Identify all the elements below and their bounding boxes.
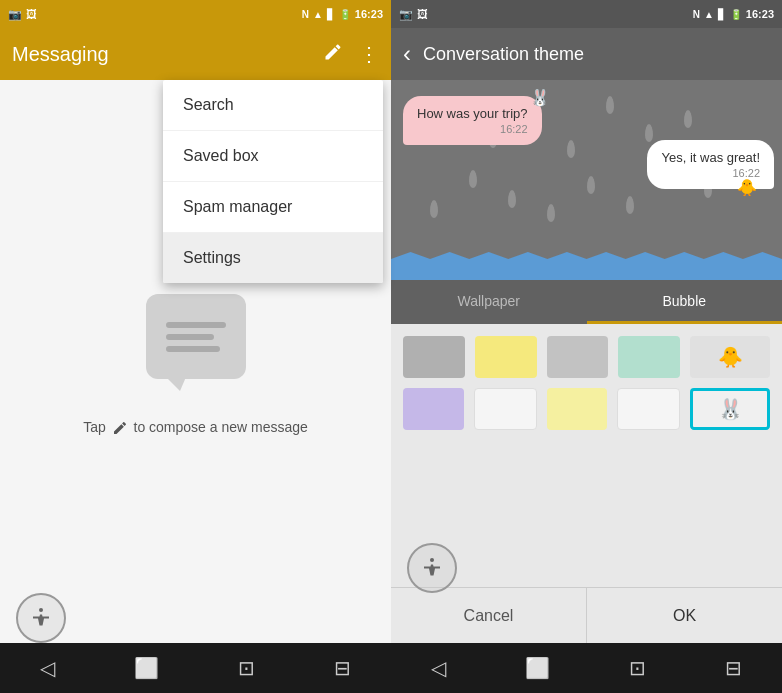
tap-text: Tap — [83, 419, 106, 435]
sent-bubble: 🐥 Yes, it was great! 16:22 — [647, 140, 774, 189]
raindrop — [430, 200, 438, 218]
message-lines — [166, 322, 226, 352]
right-time: 16:23 — [746, 8, 774, 20]
swatch-gray[interactable] — [403, 336, 465, 378]
right-battery-icon: 🔋 — [730, 9, 742, 20]
message-icon-container — [136, 287, 256, 387]
ok-button[interactable]: OK — [587, 588, 782, 643]
right-signal-icon: ▋ — [718, 9, 726, 20]
status-bar-right-info: N ▲ ▋ 🔋 16:23 — [302, 8, 383, 20]
message-bubble-icon — [146, 294, 246, 379]
left-app-bar: Messaging ⋮ — [0, 28, 391, 80]
image-icon: 🖼 — [26, 8, 37, 20]
more-options-button[interactable]: ⋮ — [359, 42, 379, 66]
accessibility-button[interactable] — [16, 593, 66, 643]
right-panel: 📷 🖼 N ▲ ▋ 🔋 16:23 ‹ Conversation theme — [391, 0, 782, 693]
apps-button[interactable]: ⊟ — [334, 656, 351, 680]
left-bottom-nav: ◁ ⬜ ⊡ ⊟ — [0, 643, 391, 693]
theme-row-2: 🐰 — [403, 388, 770, 430]
raindrop — [645, 124, 653, 142]
raindrop — [508, 190, 516, 208]
swatch-mint[interactable] — [618, 336, 680, 378]
cancel-button[interactable]: Cancel — [391, 588, 587, 643]
swatch-white[interactable] — [474, 388, 537, 430]
right-apps-button[interactable]: ⊟ — [725, 656, 742, 680]
received-bubble: 🐰 How was your trip? 16:22 — [403, 96, 542, 145]
left-status-bar: 📷 🖼 N ▲ ▋ 🔋 16:23 — [0, 0, 391, 28]
right-photo-icon: 📷 — [399, 8, 413, 21]
right-status-bar: 📷 🖼 N ▲ ▋ 🔋 16:23 — [391, 0, 782, 28]
right-nfc-icon: N — [693, 9, 700, 20]
right-recent-button[interactable]: ⊡ — [629, 656, 646, 680]
right-back-button[interactable]: ◁ — [431, 656, 446, 680]
right-bottom-nav: ◁ ⬜ ⊡ ⊟ — [391, 643, 782, 693]
right-status-left: 📷 🖼 — [399, 8, 428, 21]
theme-options: 🐥 🐰 — [391, 324, 782, 587]
battery-icon: 🔋 — [339, 9, 351, 20]
app-title: Messaging — [12, 43, 109, 66]
received-message-text: How was your trip? — [417, 106, 528, 121]
wifi-icon: ▲ — [313, 9, 323, 20]
theme-row-1: 🐥 — [403, 336, 770, 378]
back-arrow-button[interactable]: ‹ — [403, 40, 411, 68]
app-bar-actions: ⋮ — [323, 42, 379, 67]
swatch-char-bunny[interactable]: 🐰 — [690, 388, 770, 430]
message-line-3 — [166, 346, 220, 352]
raindrop — [469, 170, 477, 188]
home-button[interactable]: ⬜ — [134, 656, 159, 680]
menu-item-search[interactable]: Search — [163, 80, 383, 131]
nfc-icon: N — [302, 9, 309, 20]
menu-item-settings[interactable]: Settings — [163, 233, 383, 283]
raindrop — [684, 110, 692, 128]
empty-state-text: Tap to compose a new message — [83, 419, 308, 436]
photo-icon: 📷 — [8, 8, 22, 21]
tap-suffix-text: to compose a new message — [134, 419, 308, 435]
right-app-bar: ‹ Conversation theme — [391, 28, 782, 80]
raindrop — [567, 140, 575, 158]
back-button[interactable]: ◁ — [40, 656, 55, 680]
duck-decoration: 🐥 — [737, 178, 757, 197]
action-bar: Cancel OK — [391, 587, 782, 643]
swatch-char-duck[interactable]: 🐥 — [690, 336, 770, 378]
right-wifi-icon: ▲ — [704, 9, 714, 20]
tab-wallpaper[interactable]: Wallpaper — [391, 280, 587, 324]
raindrop — [547, 204, 555, 222]
right-status-right: N ▲ ▋ 🔋 16:23 — [693, 8, 774, 20]
right-home-button[interactable]: ⬜ — [525, 656, 550, 680]
right-app-title: Conversation theme — [423, 44, 770, 65]
swatch-outline[interactable] — [617, 388, 680, 430]
menu-item-saved-box[interactable]: Saved box — [163, 131, 383, 182]
sent-message-text: Yes, it was great! — [661, 150, 760, 165]
left-panel: 📷 🖼 N ▲ ▋ 🔋 16:23 Messaging ⋮ Search Sav… — [0, 0, 391, 693]
message-line-1 — [166, 322, 226, 328]
message-line-2 — [166, 334, 214, 340]
raindrop — [606, 96, 614, 114]
received-message-time: 16:22 — [417, 123, 528, 135]
swatch-lavender[interactable] — [403, 388, 464, 430]
tab-bar: Wallpaper Bubble — [391, 280, 782, 324]
raindrop — [626, 196, 634, 214]
right-image-icon: 🖼 — [417, 8, 428, 20]
left-time: 16:23 — [355, 8, 383, 20]
recent-button[interactable]: ⊡ — [238, 656, 255, 680]
menu-item-spam-manager[interactable]: Spam manager — [163, 182, 383, 233]
swatch-pale-yellow[interactable] — [547, 388, 608, 430]
status-bar-left-icons: 📷 🖼 — [8, 8, 37, 21]
raindrop — [587, 176, 595, 194]
svg-point-0 — [39, 608, 43, 612]
svg-point-1 — [430, 558, 434, 562]
compose-button[interactable] — [323, 42, 343, 67]
signal-icon: ▋ — [327, 9, 335, 20]
right-accessibility-button[interactable] — [407, 543, 457, 593]
swatch-mid-gray[interactable] — [547, 336, 609, 378]
dropdown-menu: Search Saved box Spam manager Settings — [163, 80, 383, 283]
bunny-decoration: 🐰 — [530, 88, 550, 107]
conversation-preview: 🐰 How was your trip? 16:22 🐥 Yes, it was… — [391, 80, 782, 280]
tab-bubble[interactable]: Bubble — [587, 280, 783, 324]
swatch-yellow[interactable] — [475, 336, 537, 378]
